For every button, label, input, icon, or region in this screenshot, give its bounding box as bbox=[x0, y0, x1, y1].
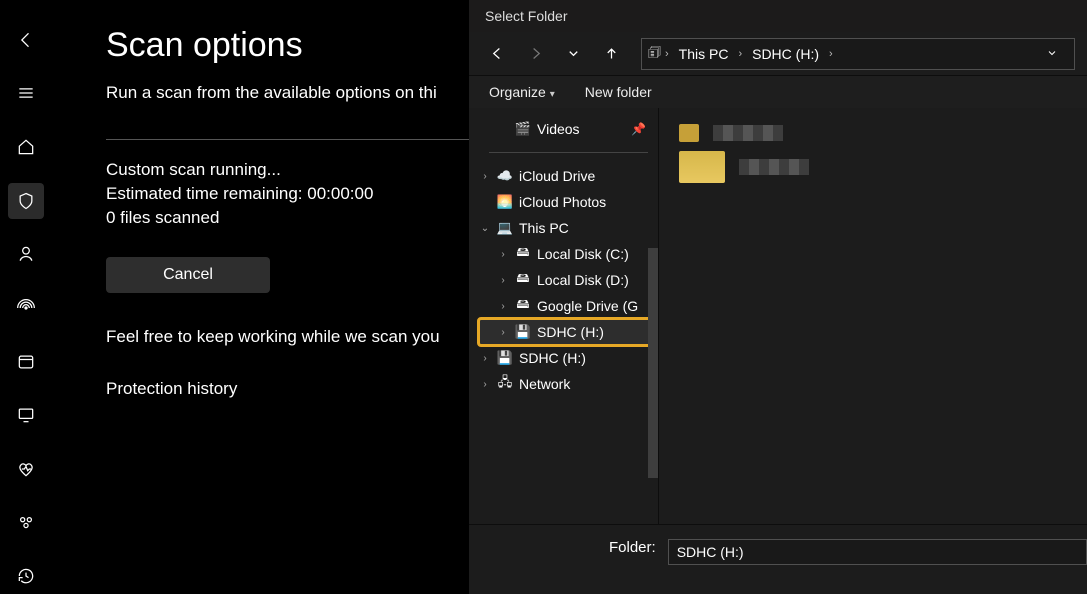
pc-icon: 💻 bbox=[497, 220, 513, 236]
disk-icon: 🖴 bbox=[515, 272, 531, 288]
tree-item-sdhc-selected[interactable]: › 💾 SDHC (H:) bbox=[479, 319, 658, 345]
dialog-footer: Folder: bbox=[469, 524, 1087, 592]
tree-divider bbox=[489, 152, 648, 153]
nav-recent-dropdown[interactable] bbox=[557, 38, 589, 70]
sd-icon: 💾 bbox=[515, 324, 531, 340]
tree-label: SDHC (H:) bbox=[537, 324, 604, 340]
tree-item-local-disk-c[interactable]: › 🖴 Local Disk (C:) bbox=[479, 241, 658, 267]
expand-icon[interactable]: › bbox=[479, 171, 491, 182]
address-bar[interactable]: 🗊 › This PC › SDHC (H:) › bbox=[641, 38, 1075, 70]
dialog-body: 🎬 Videos 📌 › ☁️ iCloud Drive 🌅 iCloud Ph… bbox=[469, 108, 1087, 524]
expand-icon[interactable]: › bbox=[497, 327, 509, 338]
dialog-toolbar: Organize ▾ New folder bbox=[469, 76, 1087, 108]
cancel-button[interactable]: Cancel bbox=[106, 257, 270, 293]
family-icon[interactable] bbox=[8, 505, 44, 541]
home-icon[interactable] bbox=[8, 129, 44, 165]
shield-icon[interactable] bbox=[8, 183, 44, 219]
pin-icon: 📌 bbox=[631, 122, 654, 136]
folder-label: Folder: bbox=[609, 539, 656, 556]
address-dropdown[interactable] bbox=[1036, 46, 1068, 62]
new-folder-button[interactable]: New folder bbox=[585, 84, 652, 100]
tree-item-network[interactable]: › 🖧 Network bbox=[479, 371, 658, 397]
tree-item-icloud-photos[interactable]: 🌅 iCloud Photos bbox=[479, 189, 658, 215]
network-icon: 🖧 bbox=[497, 376, 513, 392]
breadcrumb-sdhc[interactable]: SDHC (H:) bbox=[746, 44, 825, 64]
file-row[interactable] bbox=[679, 152, 1067, 182]
page-title: Scan options bbox=[106, 26, 486, 65]
chevron-right-icon: › bbox=[665, 48, 669, 60]
back-icon[interactable] bbox=[8, 22, 44, 58]
tree-item-videos[interactable]: 🎬 Videos 📌 bbox=[479, 116, 658, 142]
tree-label: iCloud Photos bbox=[519, 194, 606, 210]
network-protection-icon[interactable] bbox=[8, 290, 44, 326]
tree-item-sdhc[interactable]: › 💾 SDHC (H:) bbox=[479, 345, 658, 371]
file-list-pane[interactable] bbox=[659, 108, 1087, 524]
breadcrumb-this-pc[interactable]: This PC bbox=[673, 44, 735, 64]
nav-forward-button[interactable] bbox=[519, 38, 551, 70]
disk-icon: 🖴 bbox=[515, 246, 531, 262]
dialog-title: Select Folder bbox=[469, 0, 1087, 32]
chevron-right-icon: › bbox=[738, 48, 742, 60]
disk-icon: 🖴 bbox=[515, 298, 531, 314]
expand-icon[interactable]: › bbox=[497, 275, 509, 286]
sd-icon: 💾 bbox=[497, 350, 513, 366]
account-icon[interactable] bbox=[8, 237, 44, 273]
file-name-obscured bbox=[739, 159, 809, 175]
tree-item-local-disk-d[interactable]: › 🖴 Local Disk (D:) bbox=[479, 267, 658, 293]
menu-icon[interactable] bbox=[8, 76, 44, 112]
scan-options-panel: Scan options Run a scan from the availab… bbox=[106, 26, 486, 399]
breadcrumb-root-icon: 🗊 bbox=[648, 42, 661, 66]
divider bbox=[106, 139, 486, 140]
tree-label: SDHC (H:) bbox=[519, 350, 586, 366]
chevron-right-icon: › bbox=[829, 48, 833, 60]
protection-history-link[interactable]: Protection history bbox=[106, 379, 486, 399]
organize-menu[interactable]: Organize ▾ bbox=[489, 84, 555, 100]
file-row[interactable] bbox=[679, 118, 1067, 148]
tree-scrollbar[interactable] bbox=[648, 248, 658, 478]
videos-icon: 🎬 bbox=[515, 121, 531, 137]
tree-label: Network bbox=[519, 376, 570, 392]
folder-icon bbox=[679, 151, 725, 183]
scan-files-count: 0 files scanned bbox=[106, 206, 486, 230]
tree-label: This PC bbox=[519, 220, 569, 236]
scan-eta: Estimated time remaining: 00:00:00 bbox=[106, 182, 486, 206]
tree-label: Local Disk (D:) bbox=[537, 272, 629, 288]
folder-tree: 🎬 Videos 📌 › ☁️ iCloud Drive 🌅 iCloud Ph… bbox=[469, 108, 659, 524]
tree-label: iCloud Drive bbox=[519, 168, 595, 184]
tree-label: Local Disk (C:) bbox=[537, 246, 629, 262]
app-sidebar bbox=[0, 0, 52, 594]
app-browser-icon[interactable] bbox=[8, 344, 44, 380]
file-name-obscured bbox=[713, 125, 783, 141]
device-health-icon[interactable] bbox=[8, 451, 44, 487]
scan-hint-text: Feel free to keep working while we scan … bbox=[106, 327, 486, 347]
folder-name-input[interactable] bbox=[668, 539, 1087, 565]
icloud-drive-icon: ☁️ bbox=[497, 168, 513, 184]
select-folder-dialog: Select Folder 🗊 › This PC › SDHC (H:) › … bbox=[469, 0, 1087, 594]
tree-label: Google Drive (G bbox=[537, 298, 638, 314]
expand-icon[interactable]: › bbox=[497, 249, 509, 260]
nav-back-button[interactable] bbox=[481, 38, 513, 70]
device-security-icon[interactable] bbox=[8, 397, 44, 433]
icloud-photos-icon: 🌅 bbox=[497, 194, 513, 210]
tree-item-icloud-drive[interactable]: › ☁️ iCloud Drive bbox=[479, 163, 658, 189]
tree-item-google-drive[interactable]: › 🖴 Google Drive (G bbox=[479, 293, 658, 319]
expand-icon[interactable]: › bbox=[497, 301, 509, 312]
page-subtitle: Run a scan from the available options on… bbox=[106, 83, 486, 103]
dialog-nav-bar: 🗊 › This PC › SDHC (H:) › bbox=[469, 32, 1087, 76]
expand-icon[interactable]: › bbox=[479, 353, 491, 364]
scan-status-running: Custom scan running... bbox=[106, 158, 486, 182]
nav-up-button[interactable] bbox=[595, 38, 627, 70]
expand-icon[interactable]: › bbox=[479, 379, 491, 390]
chevron-down-icon: ▾ bbox=[550, 89, 555, 100]
tree-label: Videos bbox=[537, 121, 580, 137]
tree-item-this-pc[interactable]: ⌄ 💻 This PC bbox=[479, 215, 658, 241]
folder-icon bbox=[679, 124, 699, 142]
history-icon[interactable] bbox=[8, 558, 44, 594]
collapse-icon[interactable]: ⌄ bbox=[479, 223, 491, 234]
